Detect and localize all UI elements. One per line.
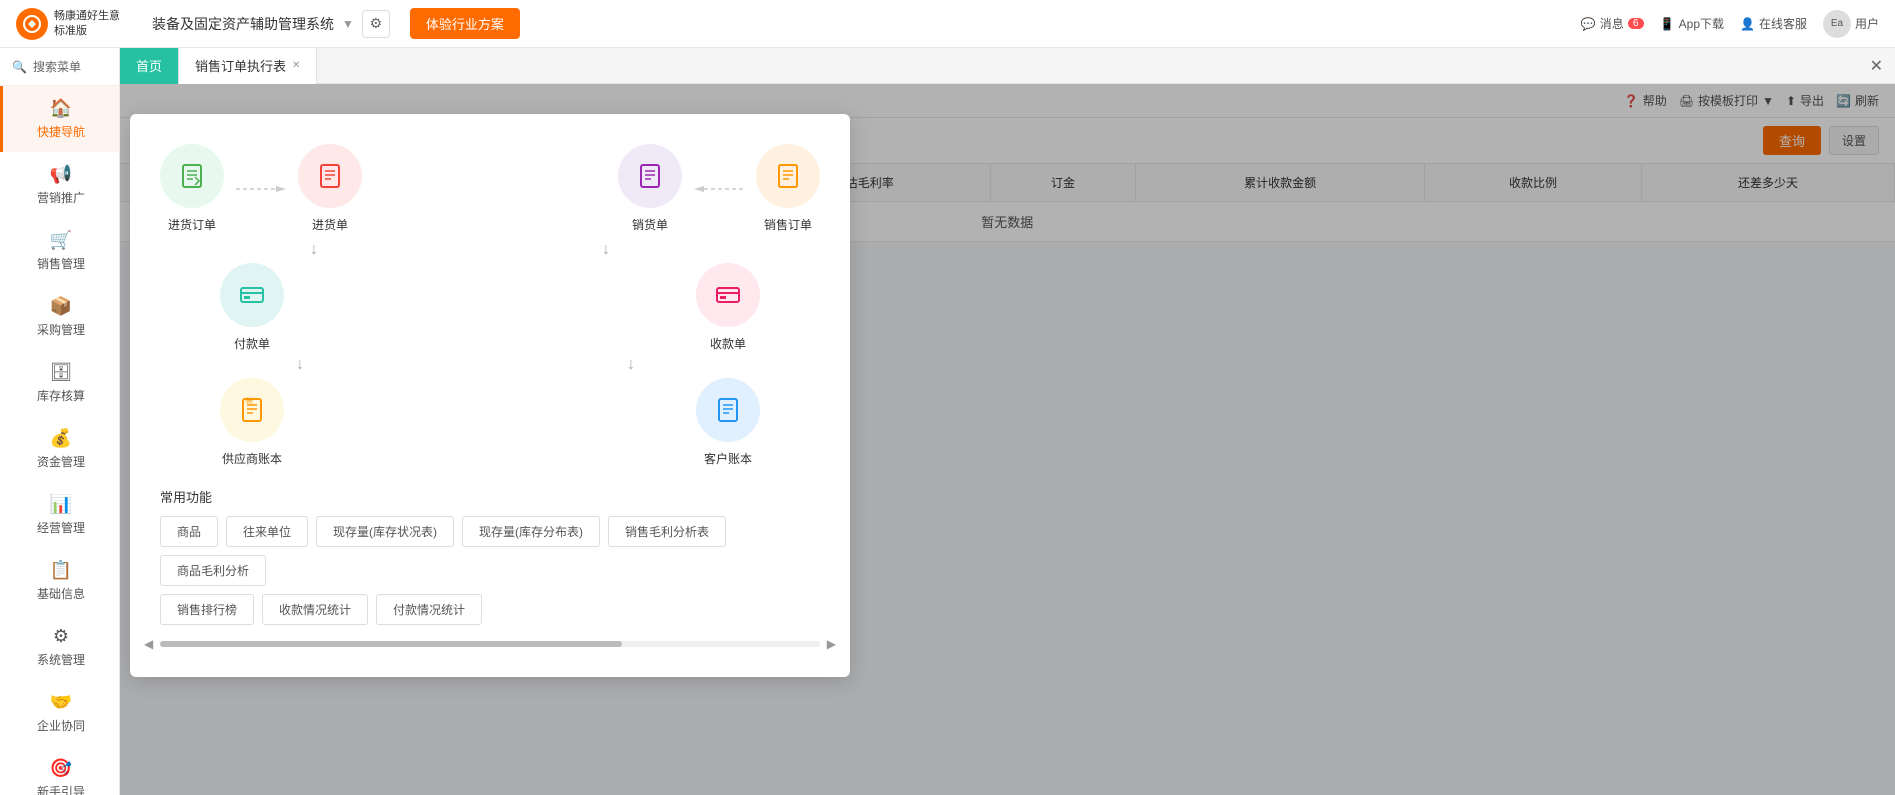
- tab-bar-close-button[interactable]: ✕: [1858, 56, 1895, 76]
- message-badge: 6: [1628, 18, 1644, 29]
- tab-home[interactable]: 首页: [120, 48, 179, 84]
- flow-node-sales-bill[interactable]: 销货单: [618, 144, 682, 233]
- online-service-button[interactable]: 👤 在线客服: [1740, 15, 1807, 32]
- system-title: 装备及固定资产辅助管理系统: [152, 14, 334, 34]
- tab-sales-order-exec[interactable]: 销售订单执行表 ✕: [179, 48, 317, 84]
- logo-text: 畅康通好生意 标准版: [54, 9, 120, 38]
- common-functions-title: 常用功能: [160, 487, 820, 506]
- scroll-left-arrow[interactable]: ◀: [144, 637, 153, 651]
- operations-icon: 📊: [50, 494, 72, 515]
- system-name-area: 装备及固定资产辅助管理系统 ▼ ⚙ 体验行业方案: [152, 8, 1581, 39]
- sidebar-item-marketing[interactable]: 📢 营销推广: [0, 152, 119, 218]
- system-icon: ⚙: [53, 626, 69, 647]
- user-profile-button[interactable]: Ea 用户: [1823, 10, 1879, 38]
- service-icon: 👤: [1740, 17, 1755, 31]
- sidebar-item-quick-nav[interactable]: 🏠 快捷导航: [0, 86, 119, 152]
- cf-btn-goods[interactable]: 商品: [160, 516, 218, 547]
- inventory-icon: 🗄: [50, 362, 73, 383]
- customer-ledger-icon: [696, 378, 760, 442]
- flow-node-receipt[interactable]: 收款单: [696, 263, 760, 352]
- common-functions: 常用功能 商品 往来单位 现存量(库存状况表) 现存量(库存分布表) 销售毛利分…: [160, 487, 820, 625]
- tab-bar: 首页 销售订单执行表 ✕ ✕: [120, 48, 1895, 84]
- popup-overlay: 进货订单 进货单: [120, 84, 1895, 795]
- flow-node-customer-ledger[interactable]: 客户账本: [696, 378, 760, 467]
- sales-order-icon: [756, 144, 820, 208]
- settings-gear-button[interactable]: ⚙: [362, 10, 390, 38]
- base-info-icon: 📋: [50, 560, 72, 581]
- download-icon: 📱: [1660, 17, 1675, 31]
- popup-scrollbar-thumb[interactable]: [160, 641, 622, 647]
- search-icon: 🔍: [12, 60, 27, 74]
- cf-btn-stock-dist[interactable]: 现存量(库存分布表): [462, 516, 600, 547]
- header-right: 💬 消息 6 📱 App下载 👤 在线客服 Ea 用户: [1581, 10, 1879, 38]
- sidebar-search[interactable]: 🔍 搜索菜单: [0, 48, 119, 86]
- sidebar-item-operations[interactable]: 📊 经营管理: [0, 482, 119, 548]
- logo-icon: [16, 8, 48, 40]
- purchase-bill-icon: [298, 144, 362, 208]
- flow-node-purchase-bill[interactable]: 进货单: [298, 144, 362, 233]
- popup-scrollbar-track[interactable]: ◀ ▶: [160, 641, 820, 647]
- trial-button[interactable]: 体验行业方案: [410, 8, 520, 39]
- enterprise-icon: 🤝: [50, 692, 72, 713]
- quick-nav-icon: 🏠: [50, 98, 72, 119]
- sidebar-item-finance[interactable]: 💰 资金管理: [0, 416, 119, 482]
- system-dropdown-arrow[interactable]: ▼: [342, 17, 354, 31]
- flow-node-supplier-ledger[interactable]: 帐 供应商账本: [220, 378, 284, 467]
- cf-btn-receipt-stats[interactable]: 收款情况统计: [262, 594, 368, 625]
- scroll-right-arrow[interactable]: ▶: [827, 637, 836, 651]
- main-layout: 🔍 搜索菜单 🏠 快捷导航 📢 营销推广 🛒 销售管理 📦 采购管理 🗄 库存核…: [0, 48, 1895, 795]
- page-content: ❓ 帮助 🖨 按模板打印 ▼ ⬆ 导出 🔄 刷新: [120, 84, 1895, 795]
- supplier-ledger-icon: 帐: [220, 378, 284, 442]
- common-function-buttons-row2: 销售排行榜 收款情况统计 付款情况统计: [160, 594, 820, 625]
- sidebar-item-system[interactable]: ⚙ 系统管理: [0, 614, 119, 680]
- finance-icon: 💰: [50, 428, 72, 449]
- sidebar-item-sales[interactable]: 🛒 销售管理: [0, 218, 119, 284]
- message-button[interactable]: 💬 消息 6: [1581, 15, 1644, 32]
- message-icon: 💬: [1581, 17, 1596, 31]
- sidebar-item-base-info[interactable]: 📋 基础信息: [0, 548, 119, 614]
- cf-btn-sales-ranking[interactable]: 销售排行榜: [160, 594, 254, 625]
- flow-node-purchase-order[interactable]: 进货订单: [160, 144, 224, 233]
- purchase-order-icon: [160, 144, 224, 208]
- flow-node-payment[interactable]: 付款单: [220, 263, 284, 352]
- newbie-icon: 🎯: [50, 758, 72, 779]
- logo-area: 畅康通好生意 标准版: [16, 8, 136, 40]
- svg-text:帐: 帐: [246, 396, 253, 405]
- top-header: 畅康通好生意 标准版 装备及固定资产辅助管理系统 ▼ ⚙ 体验行业方案 💬 消息…: [0, 0, 1895, 48]
- sales-icon: 🛒: [50, 230, 72, 251]
- cf-btn-sales-margin-analysis[interactable]: 销售毛利分析表: [608, 516, 726, 547]
- cf-btn-goods-margin[interactable]: 商品毛利分析: [160, 555, 266, 586]
- sidebar-item-enterprise[interactable]: 🤝 企业协同: [0, 680, 119, 746]
- app-download-button[interactable]: 📱 App下载: [1660, 15, 1724, 32]
- sales-bill-icon: [618, 144, 682, 208]
- marketing-icon: 📢: [50, 164, 72, 185]
- content-area: 首页 销售订单执行表 ✕ ✕ ❓ 帮助 🖨 按模板打印 ▼: [120, 48, 1895, 795]
- payment-icon: [220, 263, 284, 327]
- sidebar: 🔍 搜索菜单 🏠 快捷导航 📢 营销推广 🛒 销售管理 📦 采购管理 🗄 库存核…: [0, 48, 120, 795]
- purchase-icon: 📦: [50, 296, 72, 317]
- receipt-icon: [696, 263, 760, 327]
- common-function-buttons: 商品 往来单位 现存量(库存状况表) 现存量(库存分布表) 销售毛利分析表 商品…: [160, 516, 820, 586]
- popup-card: 进货订单 进货单: [130, 114, 850, 677]
- sidebar-item-inventory[interactable]: 🗄 库存核算: [0, 350, 119, 416]
- sidebar-item-newbie[interactable]: 🎯 新手引导: [0, 746, 119, 795]
- flow-node-sales-order[interactable]: 销售订单: [756, 144, 820, 233]
- cf-btn-payment-stats[interactable]: 付款情况统计: [376, 594, 482, 625]
- sidebar-item-purchase[interactable]: 📦 采购管理: [0, 284, 119, 350]
- cf-btn-stock-status[interactable]: 现存量(库存状况表): [316, 516, 454, 547]
- tab-close-button[interactable]: ✕: [292, 60, 300, 71]
- cf-btn-partners[interactable]: 往来单位: [226, 516, 308, 547]
- avatar: Ea: [1823, 10, 1851, 38]
